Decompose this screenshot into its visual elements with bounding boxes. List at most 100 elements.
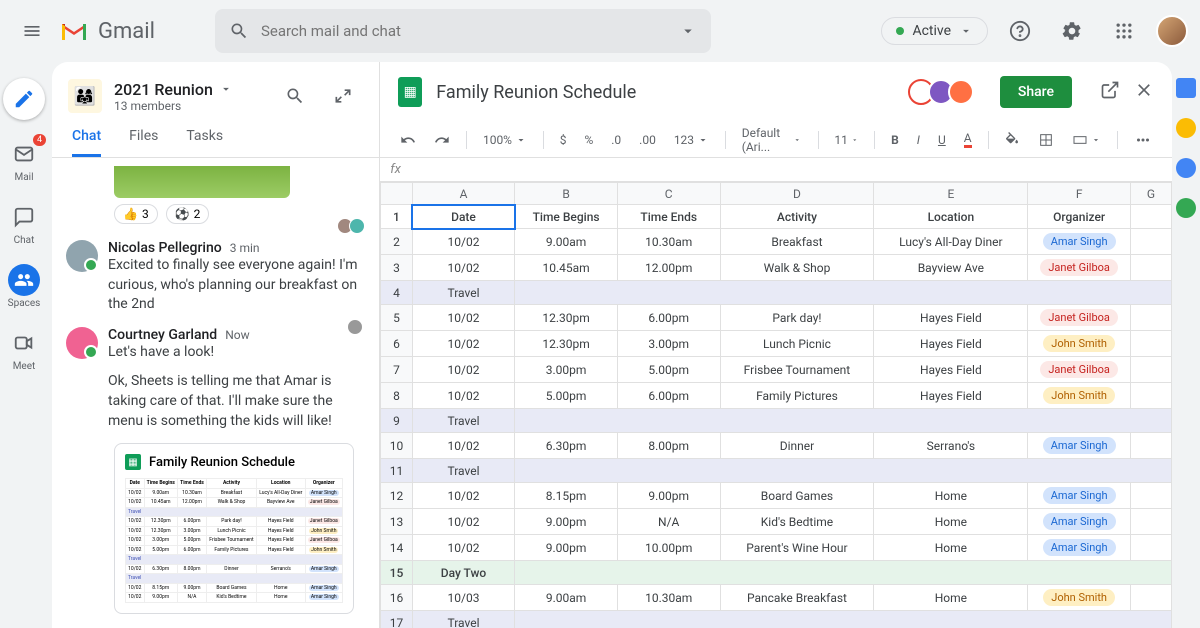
cell[interactable]: Date xyxy=(412,205,515,229)
row-header[interactable]: 8 xyxy=(381,383,412,409)
cell[interactable]: 10/02 xyxy=(412,535,515,561)
more-button[interactable] xyxy=(1128,127,1158,153)
cell[interactable]: 8.00pm xyxy=(617,433,720,459)
font-select[interactable]: Default (Ari... xyxy=(736,122,808,158)
cell[interactable]: 12.30pm xyxy=(515,331,618,357)
search-input[interactable] xyxy=(261,22,679,40)
cell[interactable]: Frisbee Tournament xyxy=(720,357,874,383)
contacts-addon[interactable] xyxy=(1176,198,1196,218)
formula-bar[interactable]: fx xyxy=(380,158,1172,182)
format-select[interactable]: 123 xyxy=(668,129,715,151)
column-header[interactable]: C xyxy=(617,183,720,205)
collapse-button[interactable] xyxy=(323,76,363,116)
rail-chat[interactable]: Chat xyxy=(8,201,40,246)
calendar-addon[interactable] xyxy=(1176,78,1196,98)
cell[interactable]: Activity xyxy=(720,205,874,229)
cell[interactable]: Day Two xyxy=(412,561,515,585)
percent-button[interactable]: % xyxy=(578,129,599,151)
row-header[interactable]: 13 xyxy=(381,509,412,535)
cell[interactable]: Family Pictures xyxy=(720,383,874,409)
cell[interactable]: Time Begins xyxy=(515,205,618,229)
apps-button[interactable] xyxy=(1104,11,1144,51)
cell[interactable]: 8.15pm xyxy=(515,483,618,509)
user-avatar[interactable] xyxy=(66,240,98,272)
cell[interactable]: 10.30am xyxy=(617,229,720,255)
borders-button[interactable] xyxy=(1032,128,1060,152)
doc-title[interactable]: Family Reunion Schedule xyxy=(436,82,636,103)
column-header[interactable]: D xyxy=(720,183,874,205)
row-header[interactable]: 3 xyxy=(381,255,412,281)
rail-mail[interactable]: 4 Mail xyxy=(8,138,40,183)
rail-meet[interactable]: Meet xyxy=(8,327,40,372)
cell[interactable]: Amar Singh xyxy=(1028,229,1131,255)
cell[interactable]: Hayes Field xyxy=(874,383,1028,409)
main-menu-button[interactable] xyxy=(12,11,52,51)
row-header[interactable]: 5 xyxy=(381,305,412,331)
fillcolor-button[interactable] xyxy=(998,128,1026,152)
cell[interactable] xyxy=(1130,433,1171,459)
status-pill[interactable]: Active xyxy=(881,17,988,45)
cell[interactable]: Home xyxy=(874,483,1028,509)
cell[interactable]: 9.00am xyxy=(515,229,618,255)
cell[interactable]: Breakfast xyxy=(720,229,874,255)
cell[interactable]: John Smith xyxy=(1028,331,1131,357)
rail-spaces[interactable]: Spaces xyxy=(8,264,41,309)
underline-button[interactable]: U xyxy=(932,129,952,151)
spreadsheet-grid[interactable]: ABCDEFG1DateTime BeginsTime EndsActivity… xyxy=(380,182,1172,628)
collaborator-avatars[interactable] xyxy=(914,79,974,105)
row-header[interactable]: 10 xyxy=(381,433,412,459)
cell[interactable] xyxy=(515,281,1172,305)
cell[interactable] xyxy=(1130,255,1171,281)
cell[interactable] xyxy=(1130,509,1171,535)
cell[interactable]: 9.00pm xyxy=(617,483,720,509)
decimal-inc-button[interactable]: .00 xyxy=(633,129,662,151)
cell[interactable] xyxy=(1130,331,1171,357)
cell[interactable] xyxy=(1130,357,1171,383)
cell[interactable]: 10/02 xyxy=(412,331,515,357)
cell[interactable]: 6.00pm xyxy=(617,305,720,331)
cell[interactable]: Organizer xyxy=(1028,205,1131,229)
bold-button[interactable]: B xyxy=(885,129,905,151)
cell[interactable] xyxy=(1130,483,1171,509)
user-avatar[interactable] xyxy=(66,327,98,359)
cell[interactable]: Lucy's All-Day Diner xyxy=(874,229,1028,255)
cell[interactable]: Walk & Shop xyxy=(720,255,874,281)
currency-button[interactable]: $ xyxy=(554,129,573,151)
search-box[interactable] xyxy=(215,9,711,53)
cell[interactable] xyxy=(1130,535,1171,561)
cell[interactable]: 10/02 xyxy=(412,357,515,383)
open-external-button[interactable] xyxy=(1100,80,1120,104)
tab-tasks[interactable]: Tasks xyxy=(186,128,223,157)
row-header[interactable]: 6 xyxy=(381,331,412,357)
help-button[interactable] xyxy=(1000,11,1040,51)
cell[interactable]: Amar Singh xyxy=(1028,433,1131,459)
cell[interactable]: Home xyxy=(874,509,1028,535)
cell[interactable]: John Smith xyxy=(1028,383,1131,409)
cell[interactable]: 9.00am xyxy=(515,585,618,611)
cell[interactable]: Hayes Field xyxy=(874,357,1028,383)
cell[interactable]: Janet Gilboa xyxy=(1028,357,1131,383)
cell[interactable]: 10/02 xyxy=(412,383,515,409)
cell[interactable] xyxy=(1130,383,1171,409)
fontsize-select[interactable]: 11 xyxy=(828,129,864,151)
cell[interactable]: Pancake Breakfast xyxy=(720,585,874,611)
sheets-attachment-card[interactable]: ▦Family Reunion Schedule DateTime Begins… xyxy=(114,443,354,614)
row-header[interactable]: 4 xyxy=(381,281,412,305)
cell[interactable]: 12.00pm xyxy=(617,255,720,281)
cell[interactable]: 5.00pm xyxy=(515,383,618,409)
row-header[interactable]: 2 xyxy=(381,229,412,255)
cell[interactable] xyxy=(515,409,1172,433)
reaction[interactable]: ⚽2 xyxy=(166,204,210,224)
cell[interactable]: 10/02 xyxy=(412,433,515,459)
space-name[interactable]: 2021 Reunion xyxy=(114,80,263,99)
reaction[interactable]: 👍3 xyxy=(114,204,158,224)
cell[interactable]: 5.00pm xyxy=(617,357,720,383)
cell[interactable]: Park day! xyxy=(720,305,874,331)
cell[interactable]: Serrano's xyxy=(874,433,1028,459)
row-header[interactable]: 15 xyxy=(381,561,412,585)
account-avatar[interactable] xyxy=(1156,15,1188,47)
cell[interactable]: 10/03 xyxy=(412,585,515,611)
cell[interactable]: 10/02 xyxy=(412,483,515,509)
redo-button[interactable] xyxy=(428,128,456,152)
tab-files[interactable]: Files xyxy=(129,128,158,157)
